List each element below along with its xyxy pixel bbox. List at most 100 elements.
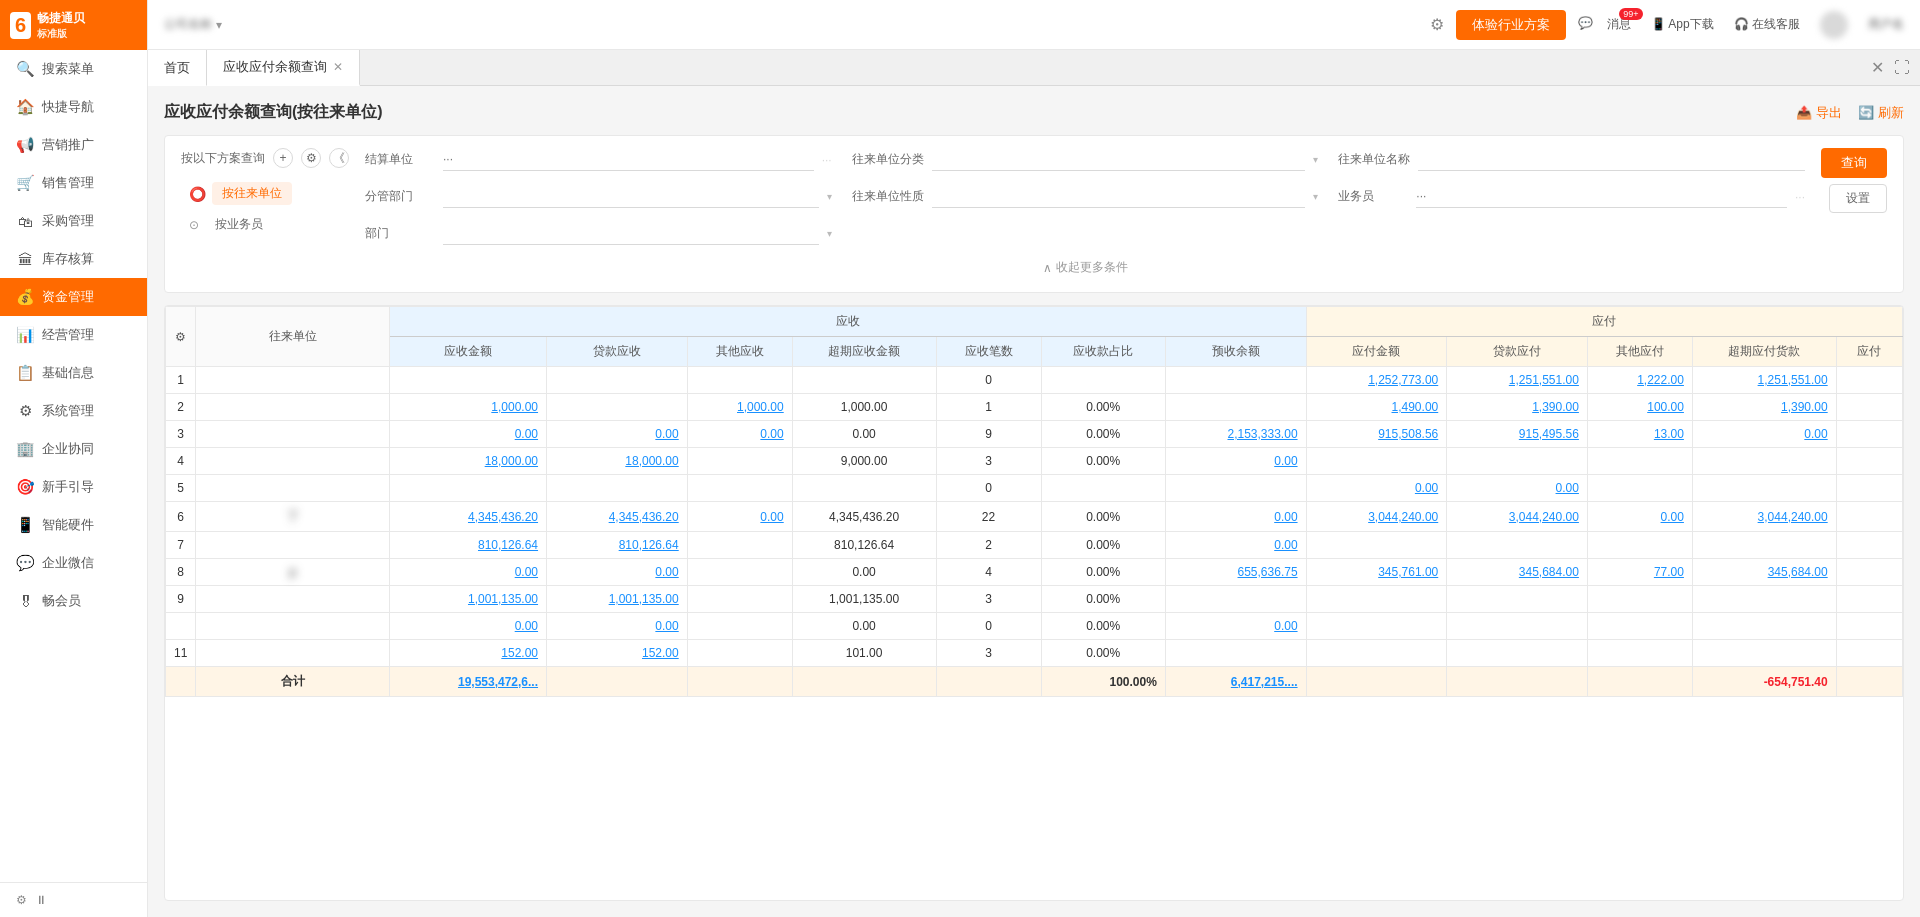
table-cell[interactable]: [687, 448, 792, 475]
table-cell[interactable]: 13.00: [1587, 421, 1692, 448]
table-cell[interactable]: [1306, 640, 1447, 667]
sidebar-item-system[interactable]: ⚙ 系统管理: [0, 392, 147, 430]
table-cell[interactable]: [547, 394, 688, 421]
table-cell[interactable]: 915,508.56: [1306, 421, 1447, 448]
table-cell[interactable]: 1,000.00: [390, 394, 547, 421]
department-select[interactable]: [443, 222, 819, 245]
table-cell[interactable]: [1692, 613, 1836, 640]
table-cell[interactable]: 1,222.00: [1587, 367, 1692, 394]
gear-icon[interactable]: ⚙: [16, 893, 27, 907]
sidebar-item-inventory[interactable]: 🏛 库存核算: [0, 240, 147, 278]
table-cell[interactable]: 152.00: [390, 640, 547, 667]
table-cell[interactable]: 0.00: [547, 421, 688, 448]
table-cell[interactable]: [1587, 448, 1692, 475]
sidebar-item-finance[interactable]: 💰 资金管理: [0, 278, 147, 316]
partner-name-input[interactable]: [1418, 148, 1805, 171]
partner-nature-select[interactable]: [932, 185, 1306, 208]
table-cell[interactable]: [1165, 640, 1306, 667]
table-cell[interactable]: 0.00: [390, 559, 547, 586]
table-cell[interactable]: [547, 475, 688, 502]
tab-maximize-icon[interactable]: ⛶: [1894, 59, 1910, 77]
table-cell[interactable]: [687, 532, 792, 559]
table-cell[interactable]: [1306, 448, 1447, 475]
app-download-button[interactable]: 📱 App下载: [1651, 16, 1714, 33]
tab-close-icon[interactable]: ✕: [333, 60, 343, 74]
table-settings-button[interactable]: 设置: [1829, 184, 1887, 213]
sidebar-item-operations[interactable]: 📊 经营管理: [0, 316, 147, 354]
table-cell[interactable]: 1,001,135.00: [547, 586, 688, 613]
sidebar-item-search-menu[interactable]: 🔍 搜索菜单: [0, 50, 147, 88]
table-cell[interactable]: [1306, 613, 1447, 640]
scheme-by-unit[interactable]: ⭕ 按往来单位: [181, 178, 349, 209]
table-cell[interactable]: 0.00: [1165, 532, 1306, 559]
table-cell[interactable]: [1587, 532, 1692, 559]
table-cell[interactable]: 1,390.00: [1692, 394, 1836, 421]
sidebar-item-basics[interactable]: 📋 基础信息: [0, 354, 147, 392]
table-cell[interactable]: 0.00: [1165, 448, 1306, 475]
table-cell[interactable]: 1,000.00: [687, 394, 792, 421]
total-ar-prepay[interactable]: 6,417,215....: [1165, 667, 1306, 697]
table-cell[interactable]: [390, 367, 547, 394]
table-cell[interactable]: 0.00: [1306, 475, 1447, 502]
scheme-collapse-icon[interactable]: 《: [329, 148, 349, 168]
dept-manager-select[interactable]: [443, 185, 819, 208]
table-cell[interactable]: [1165, 367, 1306, 394]
table-cell[interactable]: 345,684.00: [1692, 559, 1836, 586]
sidebar-item-sales[interactable]: 🛒 销售管理: [0, 164, 147, 202]
table-cell[interactable]: [1447, 532, 1588, 559]
table-cell[interactable]: 0.00: [390, 613, 547, 640]
sidebar-item-member[interactable]: 🎖 畅会员: [0, 582, 147, 620]
table-cell[interactable]: 345,761.00: [1306, 559, 1447, 586]
collapse-icon[interactable]: ⏸: [35, 893, 47, 907]
sidebar-item-beginner[interactable]: 🎯 新手引导: [0, 468, 147, 506]
table-cell[interactable]: [1165, 475, 1306, 502]
export-button[interactable]: 📤 导出: [1796, 104, 1842, 122]
scheme-settings-icon[interactable]: ⚙: [301, 148, 321, 168]
table-cell[interactable]: 0.00: [390, 421, 547, 448]
total-ar-amount[interactable]: 19,553,472,6...: [390, 667, 547, 697]
refresh-button[interactable]: 🔄 刷新: [1858, 104, 1904, 122]
table-cell[interactable]: [1306, 586, 1447, 613]
table-cell[interactable]: 3,044,240.00: [1306, 502, 1447, 532]
table-cell[interactable]: [1165, 586, 1306, 613]
tab-minimize-icon[interactable]: ✕: [1871, 58, 1884, 77]
table-cell[interactable]: [1587, 640, 1692, 667]
table-cell[interactable]: [1447, 448, 1588, 475]
table-cell[interactable]: [687, 475, 792, 502]
table-cell[interactable]: 810,126.64: [547, 532, 688, 559]
message-button[interactable]: 💬 99+ 消息: [1578, 16, 1631, 33]
sidebar-item-marketing[interactable]: 📢 营销推广: [0, 126, 147, 164]
table-cell[interactable]: [1692, 586, 1836, 613]
table-cell[interactable]: 0.00: [547, 559, 688, 586]
table-cell[interactable]: [1447, 586, 1588, 613]
table-cell[interactable]: [1692, 448, 1836, 475]
sidebar-item-purchase[interactable]: 🛍 采购管理: [0, 202, 147, 240]
table-cell[interactable]: [687, 559, 792, 586]
table-cell[interactable]: 1,490.00: [1306, 394, 1447, 421]
table-cell[interactable]: [1692, 532, 1836, 559]
table-cell[interactable]: [1587, 613, 1692, 640]
table-cell[interactable]: 810,126.64: [390, 532, 547, 559]
sidebar-item-smart-hw[interactable]: 📱 智能硬件: [0, 506, 147, 544]
partner-category-select[interactable]: [932, 148, 1306, 171]
table-cell[interactable]: [390, 475, 547, 502]
sidebar-item-enterprise[interactable]: 🏢 企业协同: [0, 430, 147, 468]
table-cell[interactable]: 3,044,240.00: [1447, 502, 1588, 532]
trial-button[interactable]: 体验行业方案: [1456, 10, 1566, 40]
sidebar-item-quick-nav[interactable]: 🏠 快捷导航: [0, 88, 147, 126]
table-cell[interactable]: 2,153,333.00: [1165, 421, 1306, 448]
settlement-unit-input[interactable]: [443, 148, 814, 171]
table-cell[interactable]: 4,345,436.20: [547, 502, 688, 532]
table-cell[interactable]: 0.00: [1587, 502, 1692, 532]
table-cell[interactable]: 0.00: [1692, 421, 1836, 448]
table-cell[interactable]: [687, 640, 792, 667]
header-settings-icon[interactable]: ⚙: [1430, 15, 1444, 34]
table-cell[interactable]: [1447, 640, 1588, 667]
table-cell[interactable]: 0.00: [687, 502, 792, 532]
tab-query[interactable]: 应收应付余额查询 ✕: [207, 50, 360, 86]
table-cell[interactable]: [1587, 475, 1692, 502]
table-cell[interactable]: 1,252,773.00: [1306, 367, 1447, 394]
user-avatar[interactable]: [1820, 11, 1848, 39]
table-cell[interactable]: 0.00: [1165, 502, 1306, 532]
table-cell[interactable]: 0.00: [547, 613, 688, 640]
